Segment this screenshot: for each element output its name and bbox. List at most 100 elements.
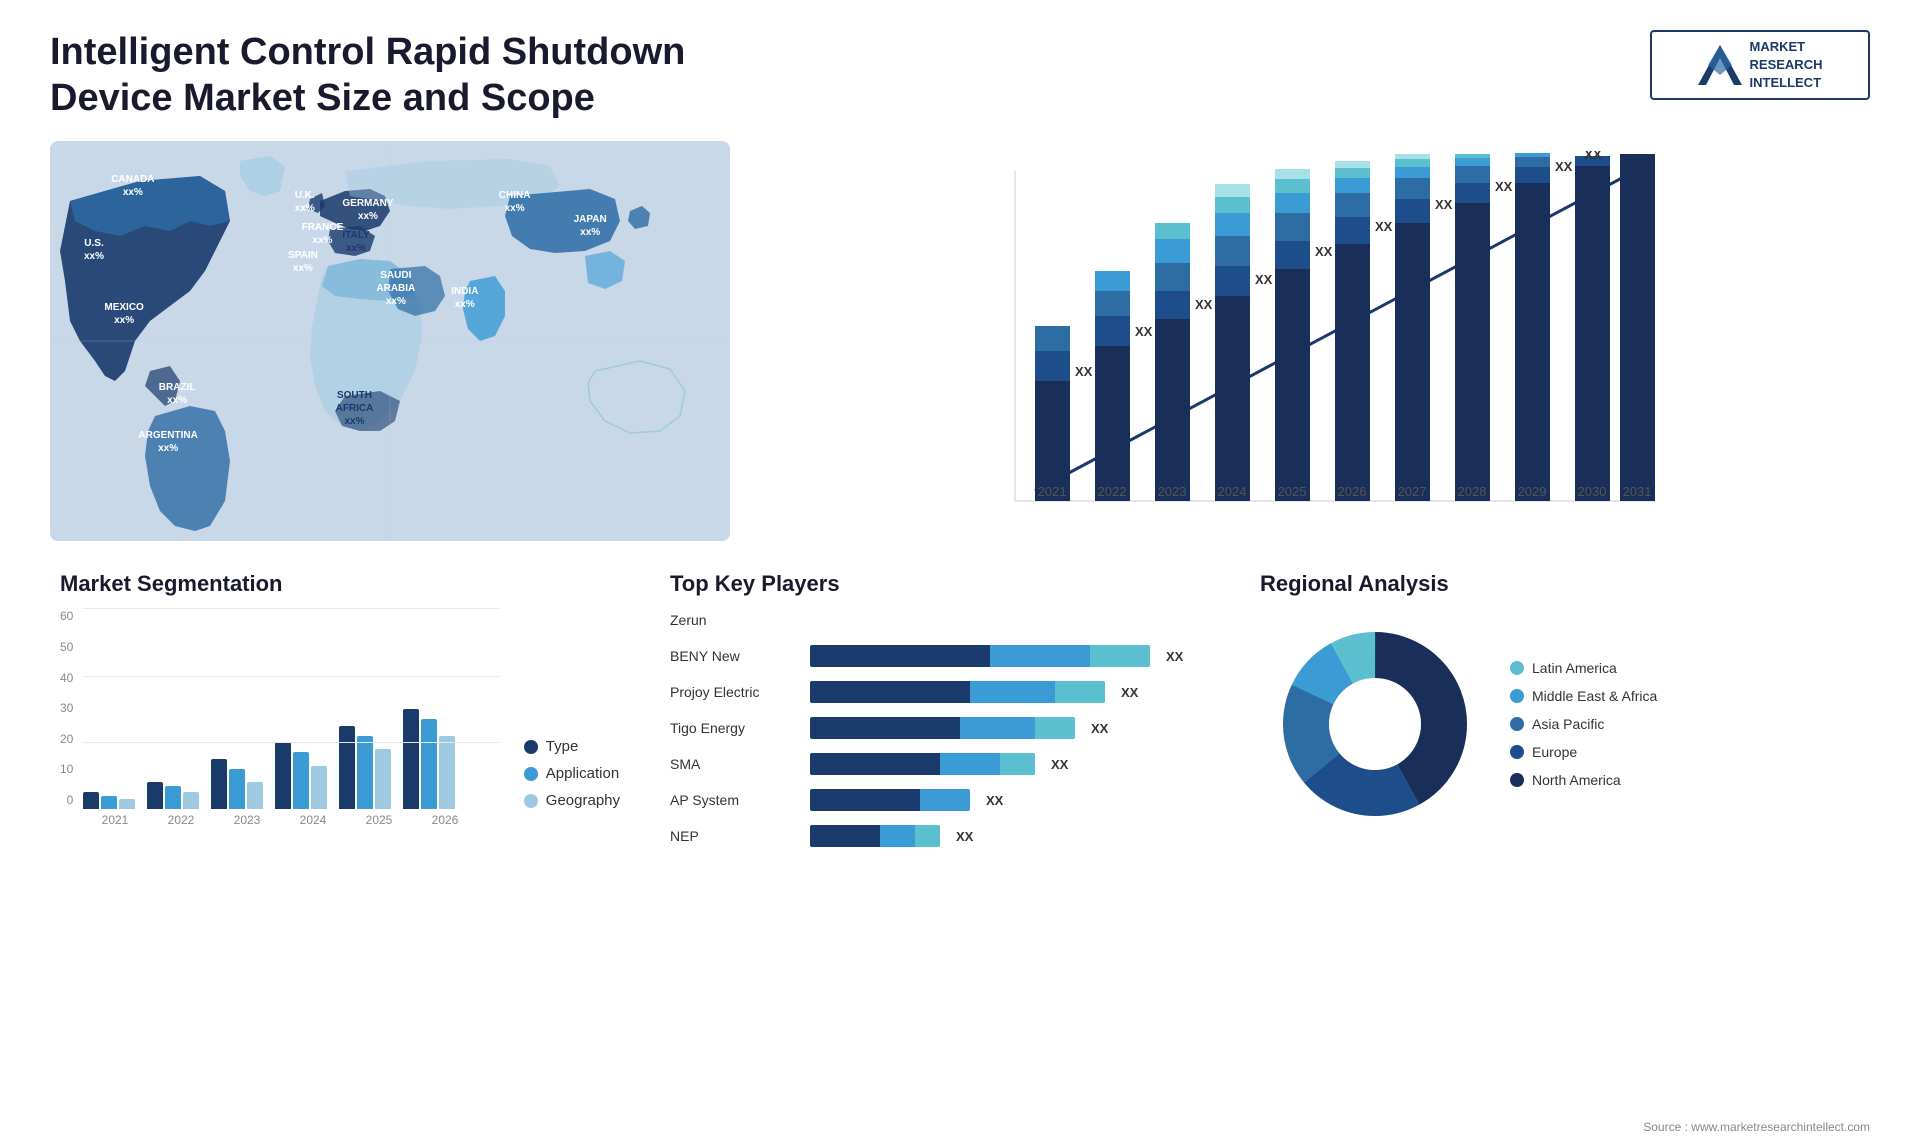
player-bar-nep [810, 825, 940, 847]
regional-legend-europe: Europe [1510, 744, 1657, 760]
market-seg-title: Market Segmentation [60, 571, 620, 597]
player-row-beny: BENY New XX [670, 645, 1210, 667]
player-xx-tigo: XX [1091, 721, 1108, 736]
page-title: Intelligent Control Rapid Shutdown Devic… [50, 30, 750, 121]
svg-text:2026: 2026 [1338, 484, 1367, 499]
seg-group-2026 [403, 709, 455, 809]
regional-legend-mea: Middle East & Africa [1510, 688, 1657, 704]
map-label-canada: CANADAxx% [111, 173, 154, 199]
map-label-saudi: SAUDIARABIAxx% [376, 269, 415, 308]
seg-bar-app-2026 [421, 719, 437, 809]
svg-text:XX: XX [1495, 179, 1513, 194]
player-bar-projoy-mid [970, 681, 1055, 703]
player-bar-beny [810, 645, 1150, 667]
regional-label-na: North America [1532, 772, 1621, 788]
map-label-spain: SPAINxx% [288, 249, 318, 275]
player-bar-nep-light [915, 825, 940, 847]
bar-2031: 2031 XX [1620, 151, 1655, 501]
svg-text:2025: 2025 [1278, 484, 1307, 499]
svg-text:2024: 2024 [1218, 484, 1247, 499]
seg-x-2026: 2026 [418, 813, 472, 827]
regional-dot-na [1510, 773, 1524, 787]
svg-text:XX: XX [1135, 324, 1153, 339]
seg-group-2024 [275, 742, 327, 809]
svg-text:2031: 2031 [1623, 484, 1652, 499]
regional-legend-na: North America [1510, 772, 1657, 788]
page-container: Intelligent Control Rapid Shutdown Devic… [0, 0, 1920, 1146]
regional-dot-europe [1510, 745, 1524, 759]
player-bar-tigo-dark [810, 717, 960, 739]
player-bar-beny-dark [810, 645, 990, 667]
seg-legend-geo-dot [524, 794, 538, 808]
seg-bar-geo-2021 [119, 799, 135, 809]
seg-legend-type-dot [524, 740, 538, 754]
market-segmentation-section: Market Segmentation 60 50 40 30 20 10 0 [50, 561, 630, 1117]
map-label-italy: ITALYxx% [342, 229, 369, 255]
svg-text:XX: XX [1195, 297, 1213, 312]
seg-group-2023 [211, 759, 263, 809]
player-xx-nep: XX [956, 829, 973, 844]
svg-text:2022: 2022 [1098, 484, 1127, 499]
seg-x-2025: 2025 [352, 813, 406, 827]
donut-chart-container [1260, 609, 1490, 839]
svg-text:2029: 2029 [1518, 484, 1547, 499]
key-players-section: Top Key Players Zerun BENY New XX [660, 561, 1220, 1117]
player-bar-nep-mid [880, 825, 915, 847]
player-bar-tigo-light [1035, 717, 1075, 739]
player-bar-ap [810, 789, 970, 811]
player-bar-projoy-dark [810, 681, 970, 703]
regional-legend-apac: Asia Pacific [1510, 716, 1657, 732]
seg-bar-type-2026 [403, 709, 419, 809]
seg-x-2024: 2024 [286, 813, 340, 827]
seg-legend-app-label: Application [546, 765, 619, 782]
logo-area: MARKET RESEARCH INTELLECT [1650, 30, 1870, 100]
regional-label-latam: Latin America [1532, 660, 1617, 676]
bar-2024: 2024 XX [1215, 184, 1273, 501]
seg-group-2022 [147, 782, 199, 809]
seg-legend-type-label: Type [546, 738, 579, 755]
seg-bars-container [83, 609, 498, 809]
regional-content: Latin America Middle East & Africa Asia … [1260, 609, 1860, 839]
donut-svg [1260, 609, 1490, 839]
logo-box: MARKET RESEARCH INTELLECT [1650, 30, 1870, 100]
svg-text:XX: XX [1584, 151, 1602, 162]
regional-dot-mea [1510, 689, 1524, 703]
map-label-germany: GERMANYxx% [342, 197, 393, 223]
svg-text:XX: XX [1255, 272, 1273, 287]
player-xx-beny: XX [1166, 649, 1183, 664]
map-label-southafrica: SOUTHAFRICAxx% [336, 389, 374, 428]
world-map-section: CANADAxx% U.S.xx% MEXICOxx% BRAZILxx% AR… [50, 141, 730, 541]
map-label-brazil: BRAZILxx% [159, 381, 196, 407]
seg-bar-type-2021 [83, 792, 99, 809]
player-row-projoy: Projoy Electric XX [670, 681, 1210, 703]
seg-x-2023: 2023 [220, 813, 274, 827]
map-label-china: CHINAxx% [499, 189, 531, 215]
seg-bar-geo-2025 [375, 749, 391, 809]
seg-legend-app: Application [524, 765, 620, 782]
bar-chart-svg: 2021 XX 2022 XX [760, 151, 1850, 531]
bar-2022: 2022 XX [1095, 271, 1153, 501]
player-name-nep: NEP [670, 828, 800, 844]
map-label-japan: JAPANxx% [574, 213, 607, 239]
seg-bar-app-2022 [165, 786, 181, 809]
player-name-sma: SMA [670, 756, 800, 772]
seg-group-2025 [339, 726, 391, 809]
player-xx-projoy: XX [1121, 685, 1138, 700]
bar-2030: 2030 XX [1575, 151, 1610, 501]
regional-title: Regional Analysis [1260, 571, 1860, 597]
player-bar-projoy-light [1055, 681, 1105, 703]
bar-2027: 2027 XX [1395, 154, 1453, 501]
svg-text:2028: 2028 [1458, 484, 1487, 499]
regional-label-apac: Asia Pacific [1532, 716, 1604, 732]
seg-bar-type-2025 [339, 726, 355, 809]
player-name-ap: AP System [670, 792, 800, 808]
bar-2025: 2025 XX [1275, 169, 1333, 501]
seg-bar-geo-2022 [183, 792, 199, 809]
bar-2029: 2029 XX [1515, 153, 1573, 501]
player-bar-beny-light [1090, 645, 1150, 667]
player-bar-ap-mid [920, 789, 970, 811]
seg-bar-type-2024 [275, 742, 291, 809]
player-bar-sma [810, 753, 1035, 775]
player-bar-projoy [810, 681, 1105, 703]
svg-text:XX: XX [1555, 159, 1573, 174]
